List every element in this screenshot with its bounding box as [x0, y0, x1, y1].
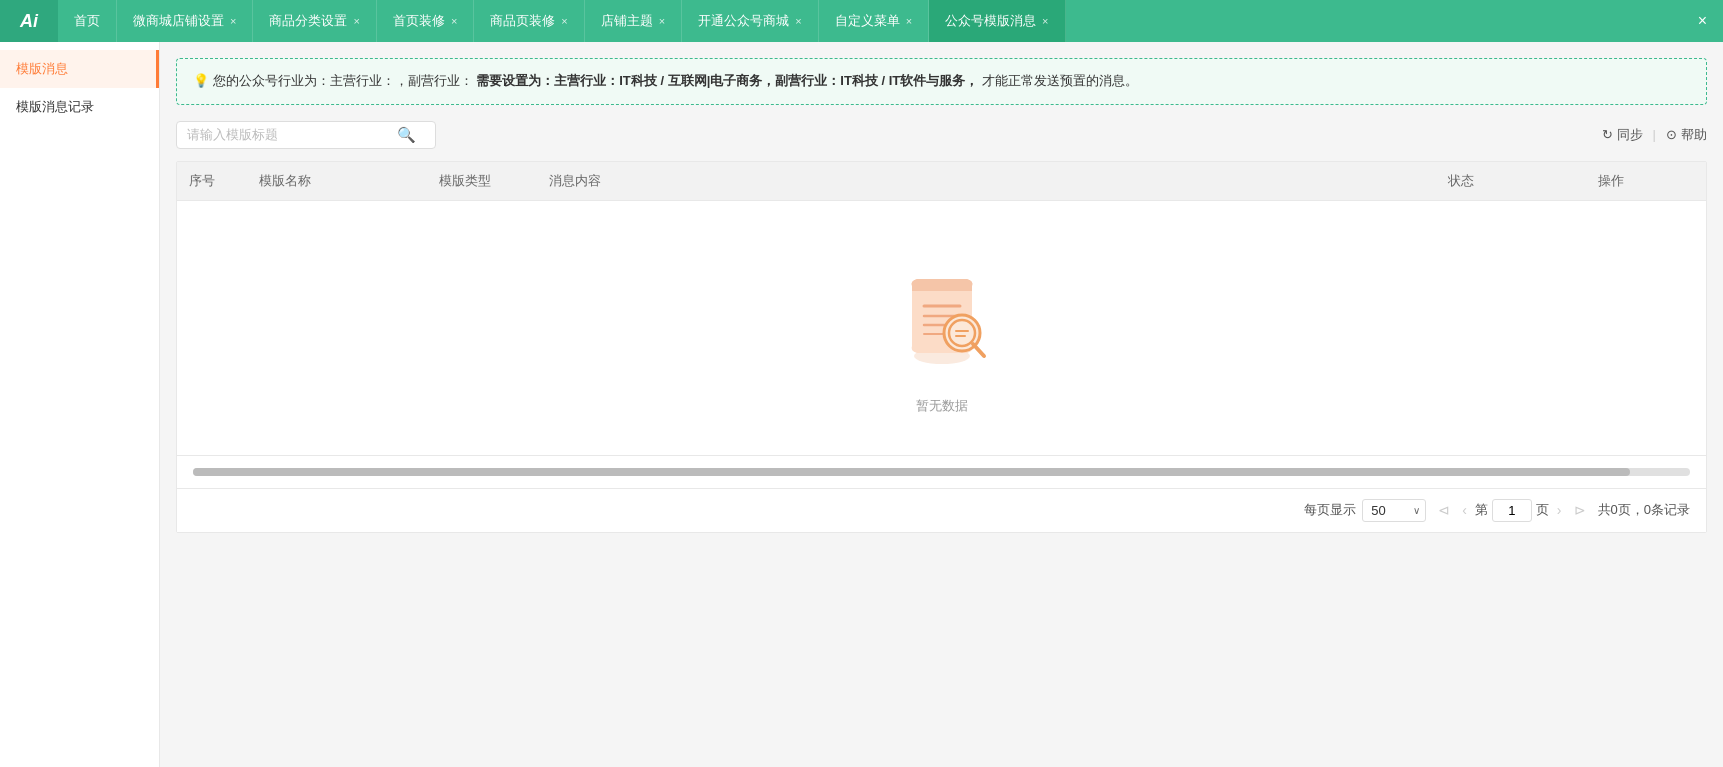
per-page-dropdown[interactable]: 50 10 20 100 [1362, 499, 1426, 522]
content-area: 💡 您的公众号行业为：主营行业：，副营行业： 需要设置为：主营行业：IT科技 /… [160, 42, 1723, 767]
close-tab-template-msg[interactable]: × [1042, 15, 1048, 27]
search-row: 🔍 ↻ 同步 | ⊙ 帮助 [176, 121, 1707, 149]
close-tab-custom-menu[interactable]: × [906, 15, 912, 27]
search-input[interactable] [187, 127, 397, 142]
notice-icon: 💡 [193, 73, 209, 88]
notice-suffix: 才能正常发送预置的消息。 [982, 73, 1138, 88]
per-page-select-wrap: 50 10 20 100 [1362, 499, 1426, 522]
nav-tab-category-settings[interactable]: 商品分类设置 × [253, 0, 376, 42]
last-page-button[interactable]: ⊳ [1570, 500, 1590, 520]
next-page-button[interactable]: › [1553, 500, 1566, 520]
page-nav: ⊲ ‹ 第 页 › ⊳ [1434, 499, 1589, 522]
nav-tab-shop-settings[interactable]: 微商城店铺设置 × [117, 0, 253, 42]
nav-tab-shop-theme[interactable]: 店铺主题 × [585, 0, 682, 42]
col-header-action: 操作 [1586, 162, 1706, 200]
notice-highlight: 需要设置为：主营行业：IT科技 / 互联网|电子商务，副营行业：IT科技 / I… [476, 73, 978, 88]
sync-button[interactable]: ↻ 同步 [1602, 126, 1643, 144]
search-button[interactable]: 🔍 [397, 126, 416, 144]
sidebar-item-template-record[interactable]: 模版消息记录 [0, 88, 159, 126]
nav-tab-template-msg[interactable]: 公众号模版消息 × [929, 0, 1065, 42]
table-header: 序号 模版名称 模版类型 消息内容 状态 操作 [177, 162, 1706, 201]
close-tab-shop-theme[interactable]: × [659, 15, 665, 27]
col-header-name: 模版名称 [247, 162, 427, 200]
toolbar-divider: | [1653, 127, 1656, 142]
table-wrap: 序号 模版名称 模版类型 消息内容 状态 操作 [176, 161, 1707, 533]
svg-line-7 [973, 344, 984, 356]
close-tab-home-decor[interactable]: × [451, 15, 457, 27]
help-button[interactable]: ⊙ 帮助 [1666, 126, 1707, 144]
notice-box: 💡 您的公众号行业为：主营行业：，副营行业： 需要设置为：主营行业：IT科技 /… [176, 58, 1707, 105]
fake-scrollbar[interactable] [193, 468, 1690, 476]
total-info: 共0页，0条记录 [1598, 501, 1690, 519]
page-suffix: 页 [1536, 501, 1549, 519]
toolbar-right: ↻ 同步 | ⊙ 帮助 [1602, 126, 1707, 144]
close-tab-shop-settings[interactable]: × [230, 15, 236, 27]
close-tab-category-settings[interactable]: × [353, 15, 359, 27]
current-page-input[interactable] [1492, 499, 1532, 522]
pagination: 每页显示 50 10 20 100 ⊲ ‹ 第 页 [177, 488, 1706, 532]
per-page-label: 每页显示 [1304, 501, 1356, 519]
empty-icon [882, 261, 1002, 381]
col-header-status: 状态 [1436, 162, 1586, 200]
col-header-type: 模版类型 [427, 162, 537, 200]
close-tab-open-mall[interactable]: × [795, 15, 801, 27]
per-page-select: 每页显示 50 10 20 100 [1304, 499, 1426, 522]
top-nav: Ai 首页 微商城店铺设置 × 商品分类设置 × 首页装修 × 商品页装修 × … [0, 0, 1723, 42]
col-header-index: 序号 [177, 162, 247, 200]
empty-text: 暂无数据 [916, 397, 968, 415]
main-layout: 模版消息 模版消息记录 💡 您的公众号行业为：主营行业：，副营行业： 需要设置为… [0, 42, 1723, 767]
nav-tab-product-decor[interactable]: 商品页装修 × [474, 0, 584, 42]
page-prefix: 第 [1475, 501, 1488, 519]
help-icon: ⊙ [1666, 127, 1677, 142]
search-input-wrap: 🔍 [176, 121, 436, 149]
nav-tab-open-mall[interactable]: 开通公众号商城 × [682, 0, 818, 42]
nav-tab-home[interactable]: 首页 [58, 0, 117, 42]
first-page-button[interactable]: ⊲ [1434, 500, 1454, 520]
notice-prefix: 您的公众号行业为：主营行业：，副营行业： [213, 73, 473, 88]
app-logo: Ai [0, 0, 58, 42]
nav-tab-custom-menu[interactable]: 自定义菜单 × [819, 0, 929, 42]
sidebar-item-template-msg[interactable]: 模版消息 [0, 50, 159, 88]
close-all-button[interactable]: × [1682, 12, 1723, 30]
col-header-content: 消息内容 [537, 162, 1436, 200]
sync-icon: ↻ [1602, 127, 1613, 142]
scrollbar-area [177, 455, 1706, 488]
empty-state: 暂无数据 [177, 201, 1706, 455]
prev-page-button[interactable]: ‹ [1458, 500, 1471, 520]
scrollbar-thumb [193, 468, 1630, 476]
sidebar: 模版消息 模版消息记录 [0, 42, 160, 767]
close-tab-product-decor[interactable]: × [561, 15, 567, 27]
nav-tab-home-decor[interactable]: 首页装修 × [377, 0, 474, 42]
